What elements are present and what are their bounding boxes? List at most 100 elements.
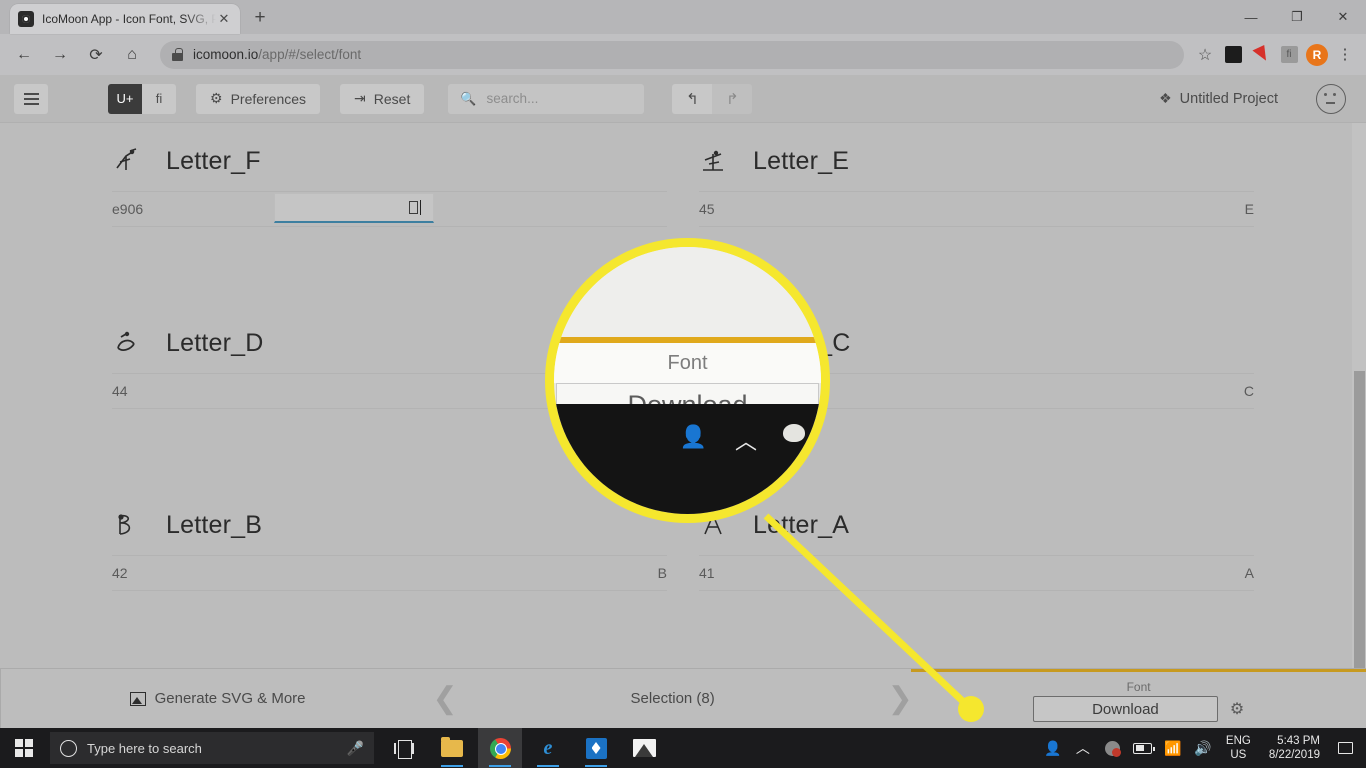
clock[interactable]: 5:43 PM 8/22/2019 xyxy=(1259,734,1330,762)
encoding-toggle-group: U+ fi xyxy=(108,83,176,114)
scrollbar-thumb[interactable] xyxy=(1354,371,1365,701)
chrome-button[interactable] xyxy=(478,728,522,768)
chevron-up-icon[interactable]: ︿ xyxy=(1068,728,1098,768)
preferences-label: Preferences xyxy=(230,90,307,107)
language-line2: US xyxy=(1230,749,1247,761)
icon-cell[interactable]: Letter_E 45 E xyxy=(683,123,1270,227)
generate-svg-tab[interactable]: Generate SVG & More xyxy=(0,669,434,728)
vertical-scrollbar[interactable] xyxy=(1352,123,1366,728)
photos-button[interactable] xyxy=(622,728,666,768)
file-explorer-button[interactable] xyxy=(430,728,474,768)
missing-glyph-icon xyxy=(409,201,418,214)
font-label: Font xyxy=(1126,680,1151,694)
callout-anchor-dot xyxy=(958,696,984,722)
extension-chili-icon[interactable] xyxy=(1248,42,1274,68)
bookmark-star-icon[interactable]: ☆ xyxy=(1192,42,1218,68)
magnifier-content: Font Download 👤 ︿ xyxy=(554,247,821,514)
account-avatar-icon[interactable] xyxy=(1316,83,1346,114)
redo-icon[interactable]: ↱ xyxy=(712,83,753,114)
store-button[interactable] xyxy=(574,728,618,768)
browser-menu-icon[interactable]: ⋮ xyxy=(1332,42,1358,68)
clock-time: 5:43 PM xyxy=(1277,735,1320,747)
extension-gray-icon[interactable]: fi xyxy=(1276,42,1302,68)
taskbar-search-placeholder: Type here to search xyxy=(87,740,202,756)
unicode-toggle[interactable]: U+ xyxy=(108,83,142,114)
image-icon xyxy=(129,691,146,706)
search-input[interactable]: 🔍 search... xyxy=(448,83,645,114)
task-view-icon xyxy=(394,739,414,759)
icon-code: e906 xyxy=(112,201,144,217)
home-icon[interactable]: ⌂ xyxy=(116,39,148,71)
extension-dark-icon[interactable] xyxy=(1220,42,1246,68)
start-button[interactable] xyxy=(0,728,48,768)
microphone-icon[interactable]: 🎤 xyxy=(347,740,364,757)
reset-icon: ⇥ xyxy=(354,90,366,106)
icon-ligature-input[interactable] xyxy=(274,193,434,223)
forward-icon[interactable]: → xyxy=(44,39,76,71)
reset-button[interactable]: ⇥ Reset xyxy=(340,83,425,114)
selection-label: Selection (8) xyxy=(630,690,715,707)
taskbar-search-input[interactable]: Type here to search 🎤 xyxy=(50,732,374,764)
browser-tab[interactable]: IcoMoon App - Icon Font, SVG, P ✕ xyxy=(10,4,240,34)
glyph-letter-b-icon xyxy=(112,510,140,540)
close-icon[interactable]: ✕ xyxy=(216,11,232,27)
app-toolbar: U+ fi ⚙ Preferences ⇥ Reset 🔍 search... … xyxy=(0,75,1366,123)
status-alert-icon[interactable] xyxy=(1098,728,1128,768)
edge-icon: e xyxy=(543,736,553,759)
language-indicator[interactable]: ENG US xyxy=(1218,734,1259,762)
search-icon: 🔍 xyxy=(460,90,477,106)
glyph-letter-f-icon xyxy=(112,146,140,176)
icon-cell-row: 45 E xyxy=(699,191,1254,227)
taskbar-apps: e xyxy=(382,728,666,768)
volume-icon[interactable]: 🔊 xyxy=(1188,728,1218,768)
icon-code: 45 xyxy=(699,201,715,217)
maximize-icon[interactable]: ❐ xyxy=(1274,1,1320,33)
magnified-font-label: Font xyxy=(554,343,821,383)
reset-label: Reset xyxy=(373,90,411,107)
language-line1: ENG xyxy=(1225,735,1251,747)
icon-cell-header: Letter_F xyxy=(112,139,667,183)
people-icon[interactable]: 👤 xyxy=(1038,728,1068,768)
glyph-letter-d-icon xyxy=(112,328,140,358)
back-icon[interactable]: ← xyxy=(8,39,40,71)
magnifier-blank-top xyxy=(554,247,821,337)
wifi-icon[interactable]: 📶 xyxy=(1158,728,1188,768)
minimize-icon[interactable]: — xyxy=(1228,1,1274,33)
task-view-button[interactable] xyxy=(382,728,426,768)
chevron-left-icon: ❮ xyxy=(432,682,458,715)
gear-icon: ⚙ xyxy=(210,90,223,106)
window-close-icon[interactable]: ✕ xyxy=(1320,1,1366,33)
project-name: Untitled Project xyxy=(1179,90,1278,107)
magnifier-callout: Font Download 👤 ︿ xyxy=(545,238,830,523)
system-tray: 👤 ︿ 📶 🔊 ENG US 5:43 PM 8/22/2019 xyxy=(1038,728,1366,768)
undo-icon[interactable]: ↰ xyxy=(672,83,713,114)
tray-blob-icon xyxy=(783,424,805,442)
layers-icon: ❖ xyxy=(1159,90,1172,106)
project-selector[interactable]: ❖ Untitled Project xyxy=(1159,90,1278,107)
hamburger-menu-icon[interactable] xyxy=(14,83,48,114)
new-tab-button[interactable]: + xyxy=(246,4,274,32)
icon-code: 42 xyxy=(112,565,128,581)
magnified-taskbar: 👤 ︿ xyxy=(554,404,821,514)
download-settings-gear-icon[interactable]: ⚙ xyxy=(1230,699,1244,719)
address-bar[interactable]: icomoon.io/app/#/select/font xyxy=(160,40,1184,69)
battery-icon[interactable] xyxy=(1128,728,1158,768)
window-controls: — ❐ ✕ xyxy=(1228,0,1366,34)
people-icon: 👤 xyxy=(679,424,709,449)
ligature-toggle[interactable]: fi xyxy=(142,83,176,114)
search-placeholder: search... xyxy=(486,91,539,106)
notification-center-button[interactable] xyxy=(1330,728,1360,768)
windows-logo-icon xyxy=(14,738,34,758)
selection-tab[interactable]: Selection (8) xyxy=(456,669,889,728)
text-caret xyxy=(420,200,421,215)
download-button[interactable]: Download xyxy=(1032,696,1218,722)
app-bottom-bar: Generate SVG & More ❮ Selection (8) ❯ Fo… xyxy=(0,668,1366,728)
icon-cell[interactable]: Letter_F e906 xyxy=(96,123,683,227)
profile-avatar[interactable]: R xyxy=(1304,42,1330,68)
edge-button[interactable]: e xyxy=(526,728,570,768)
icon-code: 41 xyxy=(699,565,715,581)
icon-name: Letter_A xyxy=(753,510,850,539)
reload-icon[interactable]: ⟳ xyxy=(80,39,112,71)
address-bar-url: icomoon.io/app/#/select/font xyxy=(193,47,362,62)
preferences-button[interactable]: ⚙ Preferences xyxy=(196,83,321,114)
